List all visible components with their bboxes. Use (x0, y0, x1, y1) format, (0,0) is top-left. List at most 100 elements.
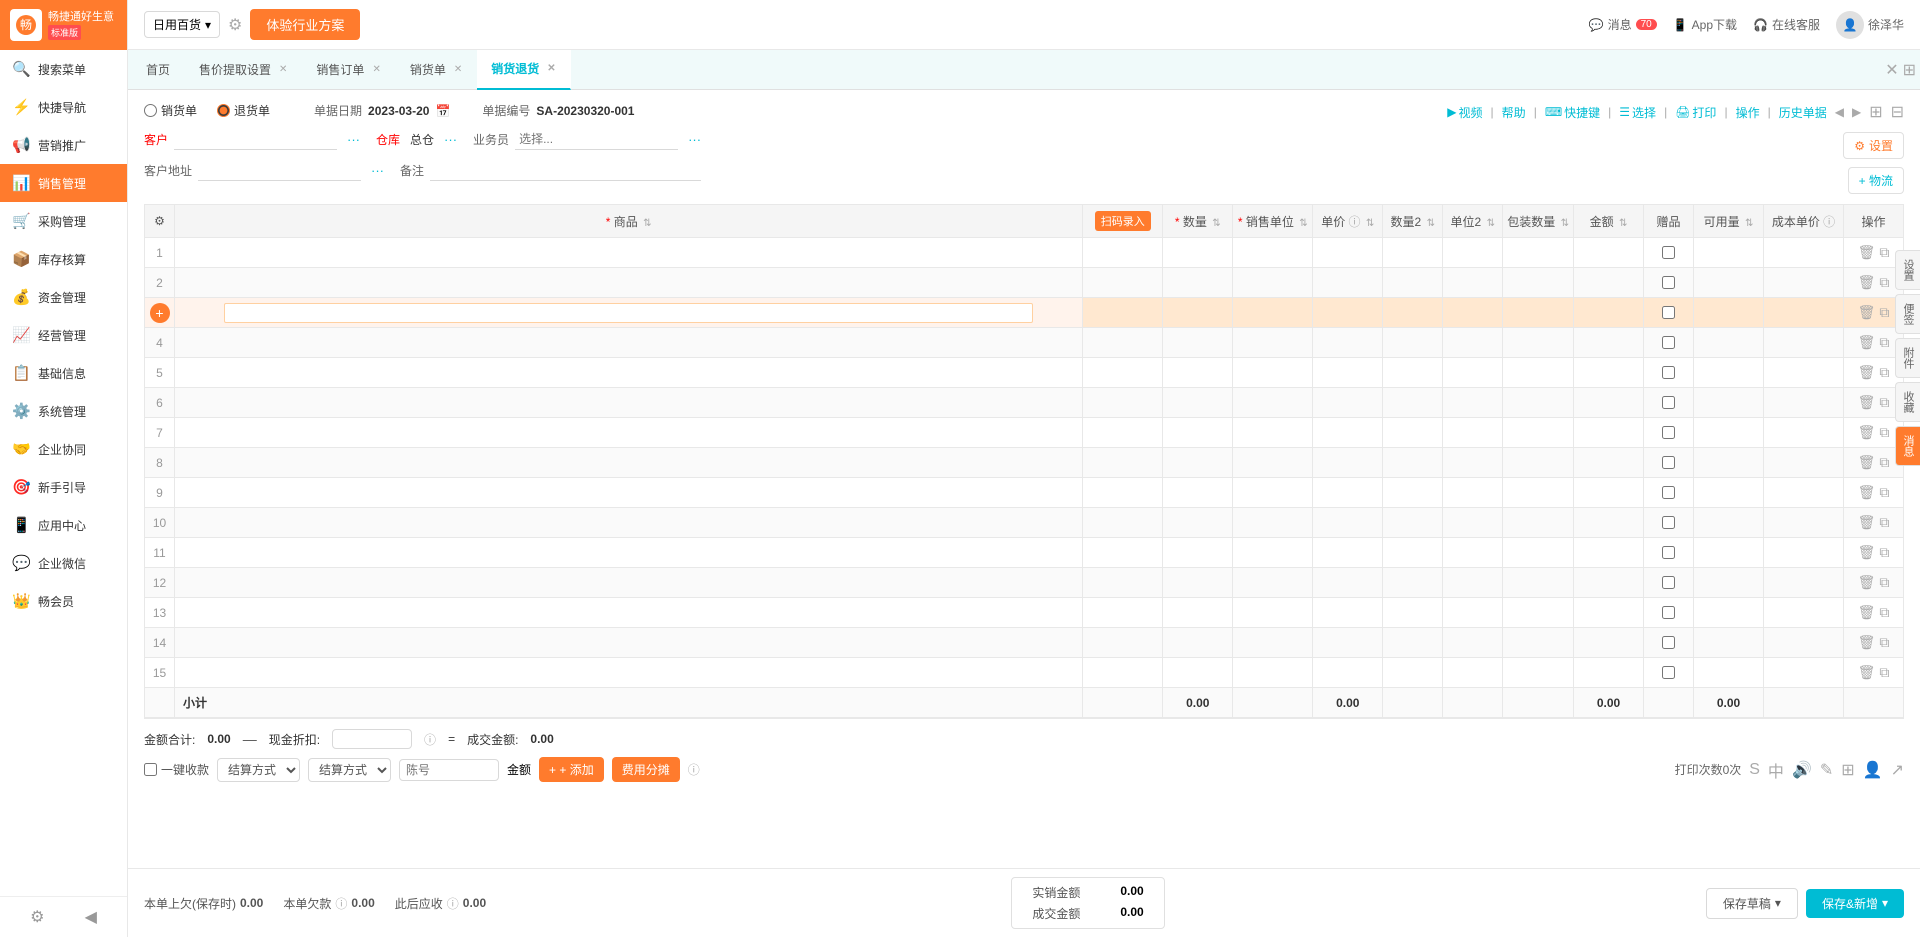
tab-sales-delivery[interactable]: 销货单 ✕ (396, 50, 477, 90)
save-draft-btn[interactable]: 保存草稿 ▾ (1706, 888, 1798, 919)
radio-delivery-input[interactable] (144, 104, 157, 117)
copy-4[interactable]: ⧉ (1879, 334, 1889, 351)
copy-12[interactable]: ⧉ (1879, 574, 1889, 591)
gift-checkbox-9[interactable] (1662, 486, 1675, 499)
add-payment-btn[interactable]: + + 添加 (539, 757, 604, 782)
del-5[interactable]: 🗑 (1858, 364, 1876, 381)
th-gear[interactable]: ⚙ (145, 205, 175, 238)
delete-row-3-icon[interactable]: 🗑 (1858, 304, 1876, 321)
qty-sort-icon[interactable]: ⇅ (1212, 218, 1220, 229)
tabs-menu-icon[interactable]: ⊞ (1903, 60, 1916, 80)
sidebar-item-system[interactable]: ⚙️ 系统管理 (0, 392, 127, 430)
rsp-favorites[interactable]: 收藏 (1895, 382, 1920, 422)
del-8[interactable]: 🗑 (1858, 454, 1876, 471)
copy-15[interactable]: ⧉ (1879, 664, 1889, 681)
copy-9[interactable]: ⧉ (1879, 484, 1889, 501)
sidebar-item-member[interactable]: 👑 畅会员 (0, 582, 127, 620)
toolbar-icon-5[interactable]: ⊞ (1841, 760, 1854, 780)
gift-checkbox-6[interactable] (1662, 396, 1675, 409)
sidebar-item-wechat[interactable]: 💬 企业微信 (0, 544, 127, 582)
gift-checkbox-11[interactable] (1662, 546, 1675, 559)
sidebar-item-finance[interactable]: 💰 资金管理 (0, 278, 127, 316)
sidebar-item-appcenter[interactable]: 📱 应用中心 (0, 506, 127, 544)
toolbar-icon-4[interactable]: ✎ (1820, 760, 1833, 780)
collapse-icon[interactable]: ◀ (85, 907, 97, 927)
rsp-settings[interactable]: 设置 (1895, 250, 1920, 290)
help-btn[interactable]: 帮助 (1502, 104, 1526, 121)
del-10[interactable]: 🗑 (1858, 514, 1876, 531)
staff-input[interactable] (515, 129, 678, 150)
rsp-notes[interactable]: 便签 (1895, 294, 1920, 334)
price-help-icon[interactable]: ⓘ (1349, 215, 1361, 229)
price-sort-icon[interactable]: ⇅ (1366, 218, 1374, 229)
settings-icon[interactable]: ⚙ (228, 15, 242, 35)
delete-row-1-icon[interactable]: 🗑 (1858, 244, 1876, 261)
pkgqty-sort-icon[interactable]: ⇅ (1561, 218, 1569, 229)
select-btn[interactable]: ☰ 选择 (1619, 104, 1656, 121)
gift-checkbox-10[interactable] (1662, 516, 1675, 529)
sidebar-item-sales[interactable]: 📊 销售管理 (0, 164, 127, 202)
staff-dots-btn[interactable]: ··· (688, 132, 701, 147)
sidebar-item-marketing[interactable]: 📢 营销推广 (0, 126, 127, 164)
warehouse-dots-btn[interactable]: ··· (444, 132, 457, 147)
copy-row-1-icon[interactable]: ⧉ (1879, 244, 1889, 261)
gift-checkbox-5[interactable] (1662, 366, 1675, 379)
product-cell[interactable] (175, 268, 1083, 298)
gift-checkbox-15[interactable] (1662, 666, 1675, 679)
toolbar-icon-1[interactable]: S (1749, 761, 1760, 779)
address-input[interactable] (198, 160, 361, 181)
logistics-btn[interactable]: + 物流 (1848, 167, 1904, 194)
amount-sort-icon[interactable]: ⇅ (1619, 218, 1627, 229)
unit2-sort-icon[interactable]: ⇅ (1487, 218, 1495, 229)
copy-11[interactable]: ⧉ (1879, 544, 1889, 561)
gift-checkbox-3[interactable] (1662, 306, 1675, 319)
product-sort-icon[interactable]: ⇅ (643, 218, 651, 229)
gift-checkbox-2[interactable] (1662, 276, 1675, 289)
delete-row-2-icon[interactable]: 🗑 (1858, 274, 1876, 291)
del-4[interactable]: 🗑 (1858, 334, 1876, 351)
sidebar-item-baseinfo[interactable]: 📋 基础信息 (0, 354, 127, 392)
sidebar-item-inventory[interactable]: 📦 库存核算 (0, 240, 127, 278)
copy-row-3-icon[interactable]: ⧉ (1879, 304, 1889, 321)
costprice-help-icon[interactable]: ⓘ (1823, 215, 1835, 229)
del-9[interactable]: 🗑 (1858, 484, 1876, 501)
tab-salesorder-close[interactable]: ✕ (372, 64, 380, 75)
address-dots-btn[interactable]: ··· (371, 163, 384, 178)
app-download-btn[interactable]: 📱 App下载 (1673, 16, 1737, 33)
save-new-btn[interactable]: 保存&新增 ▾ (1806, 889, 1904, 918)
qty2-sort-icon[interactable]: ⇅ (1427, 218, 1435, 229)
add-row-btn[interactable]: + (150, 303, 170, 323)
del-11[interactable]: 🗑 (1858, 544, 1876, 561)
history-prev-icon[interactable]: ◀ (1835, 105, 1844, 119)
gift-checkbox-7[interactable] (1662, 426, 1675, 439)
fee-split-btn[interactable]: 费用分摊 (612, 757, 680, 782)
account-no-input[interactable] (399, 759, 499, 781)
table-gear-icon[interactable]: ⚙ (154, 214, 165, 228)
user-profile[interactable]: 👤 徐泽华 (1836, 11, 1904, 39)
online-service-btn[interactable]: 🎧 在线客服 (1753, 16, 1820, 33)
account-select[interactable]: 结算方式 (308, 758, 391, 782)
sidebar-item-enterprise[interactable]: 🤝 企业协同 (0, 430, 127, 468)
detail-view-icon[interactable]: ⊟ (1891, 102, 1904, 122)
gift-checkbox-4[interactable] (1662, 336, 1675, 349)
onepay-check[interactable]: 一键收款 (144, 761, 209, 778)
industry-select[interactable]: 日用百货 ▾ (144, 11, 220, 38)
toolbar-icon-2[interactable]: 中 (1768, 758, 1784, 782)
tab-sales-return[interactable]: 销货退货 ✕ (477, 50, 570, 90)
settings-bottom-icon[interactable]: ⚙ (30, 907, 44, 927)
stat3-help[interactable]: ⓘ (447, 895, 459, 912)
shortcuts-btn[interactable]: ⌨ 快捷键 (1545, 104, 1600, 121)
experience-btn[interactable]: 体验行业方案 (250, 9, 360, 40)
discount-input[interactable] (332, 729, 412, 749)
radio-delivery[interactable]: 销货单 (144, 102, 197, 119)
del-14[interactable]: 🗑 (1858, 634, 1876, 651)
sidebar-item-newbie[interactable]: 🎯 新手引导 (0, 468, 127, 506)
operate-btn[interactable]: 操作 (1736, 104, 1760, 121)
list-view-icon[interactable]: ⊞ (1869, 102, 1882, 122)
gift-checkbox-12[interactable] (1662, 576, 1675, 589)
gift-checkbox-13[interactable] (1662, 606, 1675, 619)
rsp-attachments[interactable]: 附件 (1895, 338, 1920, 378)
customer-dots-btn[interactable]: ··· (347, 132, 360, 147)
copy-8[interactable]: ⧉ (1879, 454, 1889, 471)
del-7[interactable]: 🗑 (1858, 424, 1876, 441)
